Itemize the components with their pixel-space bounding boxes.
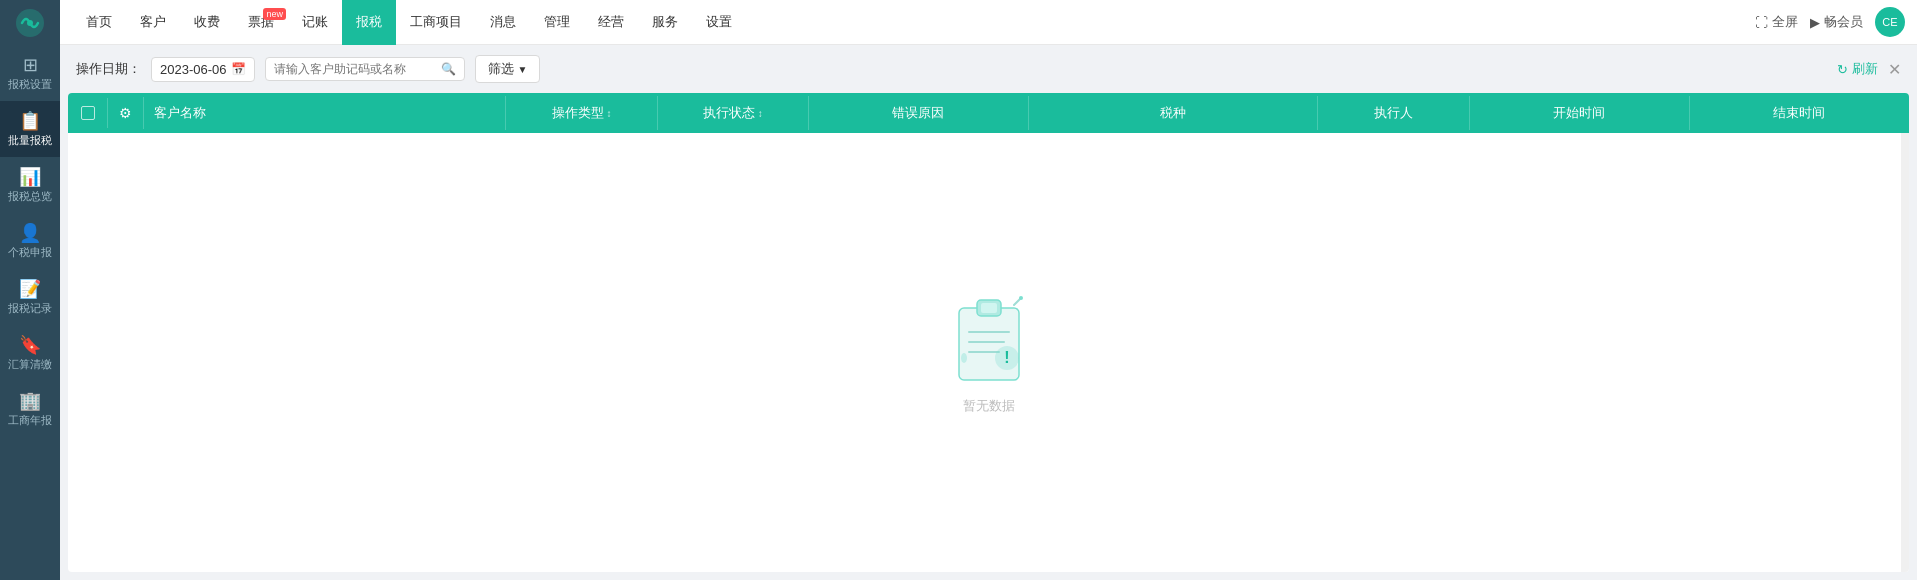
main-wrapper: 首页 客户 收费 票据 new 记账 报税 工商项目 消息 xyxy=(60,0,1917,580)
svg-rect-4 xyxy=(981,303,997,313)
th-client-label: 客户名称 xyxy=(154,104,206,122)
refresh-button[interactable]: ↻ 刷新 xyxy=(1837,60,1878,78)
scrollbar-track[interactable] xyxy=(1901,133,1909,572)
close-button[interactable]: ✕ xyxy=(1888,60,1901,79)
piao-badge: new xyxy=(263,8,286,21)
svg-text:!: ! xyxy=(1004,349,1009,366)
baoshui-jilu-icon: 📝 xyxy=(19,278,41,300)
nav-gongshang[interactable]: 工商项目 xyxy=(396,0,476,45)
nav-jingying[interactable]: 经营 xyxy=(584,0,638,45)
video-icon: ▶ xyxy=(1810,15,1820,30)
chevron-down-icon: ▼ xyxy=(518,64,528,75)
date-value: 2023-06-06 xyxy=(160,62,227,77)
date-picker[interactable]: 2023-06-06 📅 xyxy=(151,57,255,82)
empty-state: ! 暂无数据 xyxy=(929,270,1049,435)
search-icon: 🔍 xyxy=(441,62,456,76)
topnav-items: 首页 客户 收费 票据 new 记账 报税 工商项目 消息 xyxy=(72,0,1755,45)
sidebar-item-label: 报税记录 xyxy=(8,302,52,315)
content-area: 操作日期： 2023-06-06 📅 🔍 筛选 ▼ ↻ 刷新 ✕ xyxy=(60,45,1917,580)
th-status[interactable]: 执行状态 ↕ xyxy=(658,96,809,130)
sidebar-item-label: 工商年报 xyxy=(8,414,52,427)
nav-customer[interactable]: 客户 xyxy=(126,0,180,45)
geshuishenbaao-icon: 👤 xyxy=(19,222,41,244)
th-start: 开始时间 xyxy=(1470,96,1690,130)
th-executor: 执行人 xyxy=(1318,96,1469,130)
table-body: ! 暂无数据 xyxy=(68,133,1909,572)
sidebar-item-geshuishenbaao[interactable]: 👤 个税申报 xyxy=(0,213,60,269)
th-checkbox[interactable] xyxy=(68,98,108,128)
nav-fuwu[interactable]: 服务 xyxy=(638,0,692,45)
fullscreen-icon: ⛶ xyxy=(1755,15,1768,30)
search-box[interactable]: 🔍 xyxy=(265,57,465,81)
date-label: 操作日期： xyxy=(76,60,141,78)
select-all-checkbox[interactable] xyxy=(81,106,95,120)
sidebar-item-piliang-baoshui[interactable]: 📋 批量报税 xyxy=(0,101,60,157)
sidebar-logo xyxy=(0,0,60,45)
fullscreen-label: 全屏 xyxy=(1772,13,1798,31)
member-label: 畅会员 xyxy=(1824,13,1863,31)
filter-button[interactable]: 筛选 ▼ xyxy=(475,55,541,83)
th-error: 错误原因 xyxy=(809,96,1029,130)
piliang-baoshui-icon: 📋 xyxy=(19,110,41,132)
sort-type-icon: ↕ xyxy=(607,108,612,119)
th-client: 客户名称 xyxy=(144,96,506,130)
svg-point-11 xyxy=(1019,296,1023,300)
table-header: ⚙ 客户名称 操作类型 ↕ 执行状态 ↕ 错误原因 税种 xyxy=(68,93,1909,133)
svg-point-1 xyxy=(27,20,33,26)
refresh-label: 刷新 xyxy=(1852,60,1878,78)
sidebar-item-label: 汇算清缴 xyxy=(8,358,52,371)
calendar-icon: 📅 xyxy=(231,62,246,76)
topnav-right: ⛶ 全屏 ▶ 畅会员 CE xyxy=(1755,7,1905,37)
baoshui-zonglam-icon: 📊 xyxy=(19,166,41,188)
th-start-label: 开始时间 xyxy=(1553,104,1605,122)
th-gear[interactable]: ⚙ xyxy=(108,97,144,129)
th-type[interactable]: 操作类型 ↕ xyxy=(506,96,657,130)
nav-guanli[interactable]: 管理 xyxy=(530,0,584,45)
search-input[interactable] xyxy=(274,62,441,76)
close-icon: ✕ xyxy=(1888,61,1901,78)
th-end: 结束时间 xyxy=(1690,96,1909,130)
toolbar: 操作日期： 2023-06-06 📅 🔍 筛选 ▼ ↻ 刷新 ✕ xyxy=(60,45,1917,93)
huisuan-jiaoshu-icon: 🔖 xyxy=(19,334,41,356)
nav-shezhi[interactable]: 设置 xyxy=(692,0,746,45)
gongshang-nianbao-icon: 🏢 xyxy=(19,390,41,412)
th-error-label: 错误原因 xyxy=(892,104,944,122)
gear-icon[interactable]: ⚙ xyxy=(119,105,132,121)
sidebar-item-label: 报税总览 xyxy=(8,190,52,203)
th-tax: 税种 xyxy=(1029,96,1318,130)
sidebar-item-baoshui-shezhi[interactable]: ⊞ 报税设置 xyxy=(0,45,60,101)
table-wrapper: ⚙ 客户名称 操作类型 ↕ 执行状态 ↕ 错误原因 税种 xyxy=(68,93,1909,572)
nav-home[interactable]: 首页 xyxy=(72,0,126,45)
sidebar-item-baoshui-zonglam[interactable]: 📊 报税总览 xyxy=(0,157,60,213)
svg-point-12 xyxy=(961,353,967,363)
nav-piao[interactable]: 票据 new xyxy=(234,0,288,45)
empty-text: 暂无数据 xyxy=(963,397,1015,415)
th-tax-label: 税种 xyxy=(1160,104,1186,122)
th-status-label: 执行状态 xyxy=(703,104,755,122)
avatar-text: CE xyxy=(1882,16,1897,28)
baoshui-shezhi-icon: ⊞ xyxy=(23,54,38,76)
nav-jiz[interactable]: 记账 xyxy=(288,0,342,45)
sidebar-item-baoshui-jilu[interactable]: 📝 报税记录 xyxy=(0,269,60,325)
th-executor-label: 执行人 xyxy=(1374,104,1413,122)
topnav: 首页 客户 收费 票据 new 记账 报税 工商项目 消息 xyxy=(60,0,1917,45)
fullscreen-button[interactable]: ⛶ 全屏 xyxy=(1755,13,1798,31)
sidebar: ⊞ 报税设置 📋 批量报税 📊 报税总览 👤 个税申报 📝 报税记录 🔖 汇算清… xyxy=(0,0,60,580)
filter-label: 筛选 xyxy=(488,60,514,78)
empty-icon: ! xyxy=(949,290,1029,385)
avatar[interactable]: CE xyxy=(1875,7,1905,37)
th-type-label: 操作类型 xyxy=(552,104,604,122)
nav-baoshui[interactable]: 报税 xyxy=(342,0,396,45)
nav-xiaoxi[interactable]: 消息 xyxy=(476,0,530,45)
refresh-icon: ↻ xyxy=(1837,62,1848,77)
member-button[interactable]: ▶ 畅会员 xyxy=(1810,13,1863,31)
sidebar-item-label: 批量报税 xyxy=(8,134,52,147)
sidebar-item-gongshang-nianbao[interactable]: 🏢 工商年报 xyxy=(0,381,60,437)
sidebar-item-label: 个税申报 xyxy=(8,246,52,259)
sidebar-item-huisuan-jiaoshu[interactable]: 🔖 汇算清缴 xyxy=(0,325,60,381)
sort-status-icon: ↕ xyxy=(758,108,763,119)
nav-shoufei[interactable]: 收费 xyxy=(180,0,234,45)
th-end-label: 结束时间 xyxy=(1773,104,1825,122)
sidebar-item-label: 报税设置 xyxy=(8,78,52,91)
